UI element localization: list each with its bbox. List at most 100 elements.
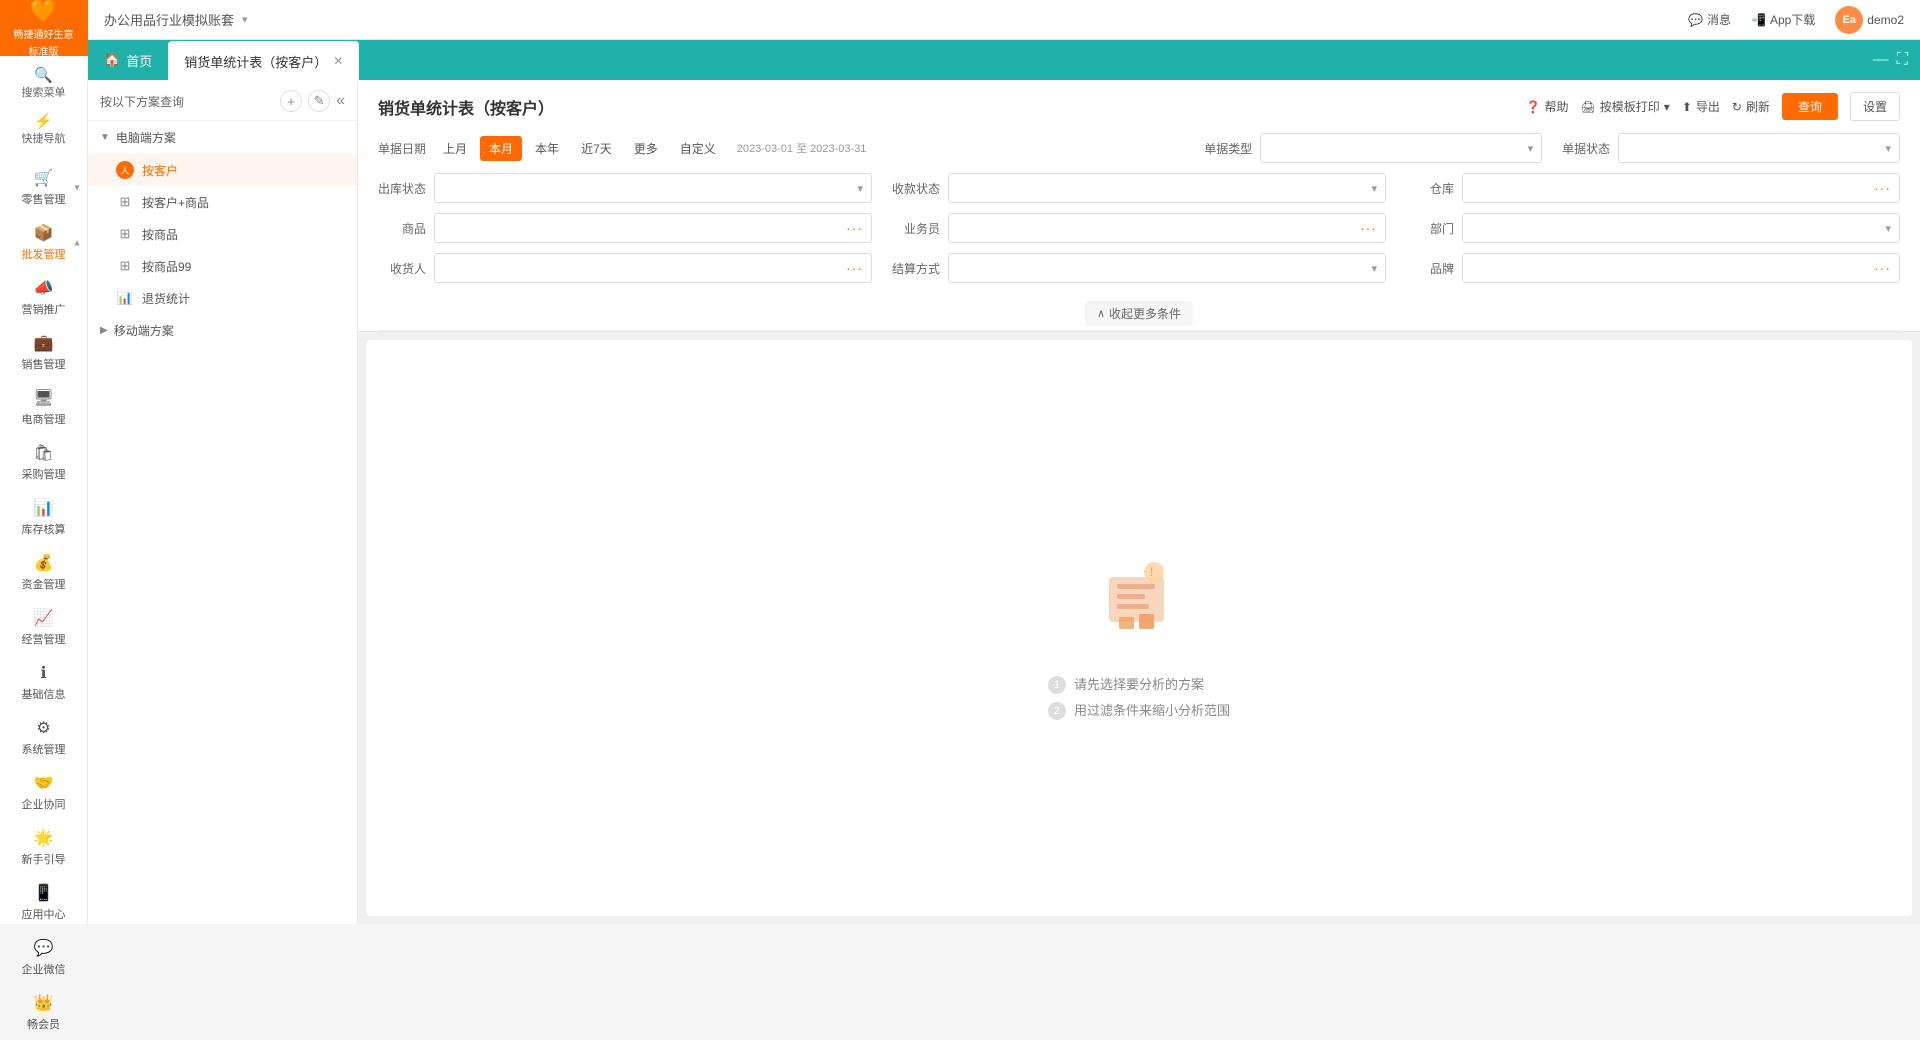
refresh-icon: ↻ — [1732, 100, 1742, 114]
industry-dropdown-icon[interactable]: ▾ — [242, 13, 248, 26]
settlement-input[interactable]: ▾ — [948, 253, 1386, 283]
product-input[interactable]: ··· — [434, 213, 872, 243]
finance-icon: 💰 — [34, 553, 54, 573]
app-download-btn[interactable]: 📲 App下载 — [1751, 11, 1815, 28]
sidebar-item-wholesale[interactable]: 📦 批发管理 ▴ — [0, 215, 88, 270]
desktop-group-title[interactable]: ▼ 电脑端方案 — [88, 121, 357, 154]
date-last-7-days-btn[interactable]: 近7天 — [572, 136, 621, 161]
page-header-actions: ❓ 帮助 🖨 按模板打印 ▾ ⬆ 导出 ↻ — [1526, 92, 1900, 121]
add-schema-btn[interactable]: + — [280, 90, 302, 112]
appstore-icon: 📱 — [34, 883, 54, 903]
sidebar-item-appstore[interactable]: 📱 应用中心 — [0, 875, 88, 930]
sidebar-item-newbie[interactable]: 🌟 新手引导 — [0, 820, 88, 875]
department-input[interactable]: ▾ — [1462, 213, 1900, 243]
empty-steps: 1 请先选择要分析的方案 2 用过滤条件来缩小分析范围 — [1048, 672, 1230, 724]
brand-input[interactable]: ··· — [1462, 253, 1900, 283]
user-avatar: Ea — [1835, 6, 1863, 34]
collapse-left-panel-btn[interactable]: « — [336, 92, 345, 110]
settlement-filter: 结算方式 ▾ — [892, 253, 1386, 283]
doc-status-dropdown-icon: ▾ — [1885, 142, 1891, 155]
header-industry[interactable]: 办公用品行业模拟账套 ▾ — [104, 10, 248, 29]
mobile-group-title[interactable]: ▶ 移动端方案 — [88, 314, 357, 347]
settings-btn[interactable]: 设置 — [1850, 92, 1900, 121]
tab-sales-stat[interactable]: 销货单统计表（按客户） ✕ — [168, 41, 359, 81]
message-btn[interactable]: 💬 消息 — [1688, 11, 1731, 28]
basic-icon: ℹ — [40, 663, 46, 683]
print-icon: 🖨 — [1581, 100, 1596, 114]
date-this-month-btn[interactable]: 本月 — [480, 136, 522, 161]
sidebar-quick-nav[interactable]: ⚡ 快捷导航 — [22, 106, 66, 152]
sidebar-item-finance[interactable]: 💰 资金管理 — [0, 545, 88, 600]
empty-state: ! 1 请先选择要分析的方案 2 用过滤条件来缩小分析范围 — [366, 340, 1912, 916]
logo-icon: 🧡 — [30, 0, 57, 24]
user-menu-btn[interactable]: Ea demo2 — [1835, 6, 1904, 34]
brand-filter: 品牌 ··· — [1406, 253, 1900, 283]
help-icon: ❓ — [1526, 100, 1541, 114]
out-status-input[interactable]: ▾ — [434, 173, 872, 203]
sidebar-item-purchase[interactable]: 🛍 采购管理 — [0, 435, 88, 490]
product-99-icon: ⊞ — [116, 257, 134, 275]
warehouse-dots-icon: ··· — [1874, 180, 1891, 196]
app-download-icon: 📲 — [1751, 13, 1766, 27]
home-icon: 🏠 — [104, 52, 120, 68]
member-icon: 👑 — [34, 993, 54, 1013]
doc-type-dropdown-icon: ▾ — [1528, 142, 1534, 155]
company-icon: 🤝 — [34, 773, 54, 793]
tab-home[interactable]: 🏠 首页 — [88, 40, 168, 80]
schema-item-by-product[interactable]: ⊞ 按商品 — [88, 218, 357, 250]
sidebar-item-marketing[interactable]: 📣 营销推广 — [0, 270, 88, 325]
doc-status-input[interactable]: ▾ — [1618, 133, 1900, 163]
tab-minimize-btn[interactable]: — — [1873, 51, 1889, 69]
date-range-row: 单据日期 上月 本月 本年 近7天 更多 自定义 2023-03-01 至 20… — [378, 133, 1900, 163]
sidebar-item-member[interactable]: 👑 畅会员 — [0, 985, 88, 1040]
tab-close-btn[interactable]: ✕ — [333, 54, 343, 68]
schema-item-return-stat[interactable]: 📊 退货统计 — [88, 282, 357, 314]
sidebar-item-sales[interactable]: 💼 销售管理 — [0, 325, 88, 380]
ecom-icon: 🖥 — [33, 388, 53, 408]
product-label: 商品 — [378, 220, 434, 237]
receiver-input[interactable]: ··· — [434, 253, 872, 283]
sidebar-item-company[interactable]: 🤝 企业协同 — [0, 765, 88, 820]
sidebar-search[interactable]: 🔍 搜索菜单 — [22, 56, 66, 106]
sidebar-item-ecom[interactable]: 🖥 电商管理 — [0, 380, 88, 435]
retail-icon: 🛒 — [34, 168, 54, 188]
sidebar-item-wechat[interactable]: 💬 企业微信 — [0, 930, 88, 985]
collect-status-label: 收款状态 — [892, 180, 948, 197]
sales-icon: 💼 — [34, 333, 54, 353]
product-filter: 商品 ··· — [378, 213, 872, 243]
schema-item-product-99[interactable]: ⊞ 按商品99 — [88, 250, 357, 282]
collapse-filters-btn[interactable]: ∧ 收起更多条件 — [1085, 301, 1193, 326]
sidebar-item-retail[interactable]: 🛒 零售管理 ▾ — [0, 160, 88, 215]
doc-type-input[interactable]: ▾ — [1260, 133, 1542, 163]
edit-schema-btn[interactable]: ✎ — [308, 90, 330, 112]
date-last-month-btn[interactable]: 上月 — [434, 136, 476, 161]
warehouse-input[interactable]: ··· — [1462, 173, 1900, 203]
sidebar-item-operation[interactable]: 📈 经营管理 — [0, 600, 88, 655]
salesperson-label: 业务员 — [892, 220, 948, 237]
by-customer-icon: 人 — [116, 161, 134, 179]
sidebar-item-basic[interactable]: ℹ 基础信息 — [0, 655, 88, 710]
sidebar-item-inventory[interactable]: 📊 库存核算 — [0, 490, 88, 545]
refresh-btn[interactable]: ↻ 刷新 — [1732, 98, 1770, 115]
help-btn[interactable]: ❓ 帮助 — [1526, 98, 1569, 115]
mobile-group-expand-icon: ▶ — [100, 325, 108, 336]
export-btn[interactable]: ⬆ 导出 — [1682, 98, 1720, 115]
schema-item-customer-product[interactable]: ⊞ 按客户+商品 — [88, 186, 357, 218]
receiver-dots-icon: ··· — [846, 260, 863, 276]
sidebar-item-system[interactable]: ⚙ 系统管理 — [0, 710, 88, 765]
department-filter: 部门 ▾ — [1406, 213, 1900, 243]
query-btn[interactable]: 查询 — [1782, 93, 1838, 120]
schema-item-by-customer[interactable]: 人 按客户 — [88, 154, 357, 186]
date-more-btn[interactable]: 更多 — [625, 136, 667, 161]
date-custom-btn[interactable]: 自定义 — [671, 136, 725, 161]
svg-text:!: ! — [1150, 565, 1153, 579]
tab-maximize-btn[interactable]: ⛶ — [1897, 51, 1908, 69]
sidebar: 🧡 畅捷通好生意 标准版 🔍 搜索菜单 ⚡ 快捷导航 🛒 零售管理 ▾ 📦 批发… — [0, 0, 88, 924]
date-this-year-btn[interactable]: 本年 — [526, 136, 568, 161]
tab-bar: 🏠 首页 销货单统计表（按客户） ✕ — ⛶ — [88, 40, 1920, 80]
collect-status-input[interactable]: ▾ — [948, 173, 1386, 203]
salesperson-input[interactable]: ··· — [948, 213, 1386, 243]
filter-row-2: 出库状态 ▾ 收款状态 ▾ — [378, 173, 1900, 203]
template-print-btn[interactable]: 🖨 按模板打印 ▾ — [1581, 98, 1670, 115]
print-dropdown-icon: ▾ — [1664, 100, 1670, 114]
